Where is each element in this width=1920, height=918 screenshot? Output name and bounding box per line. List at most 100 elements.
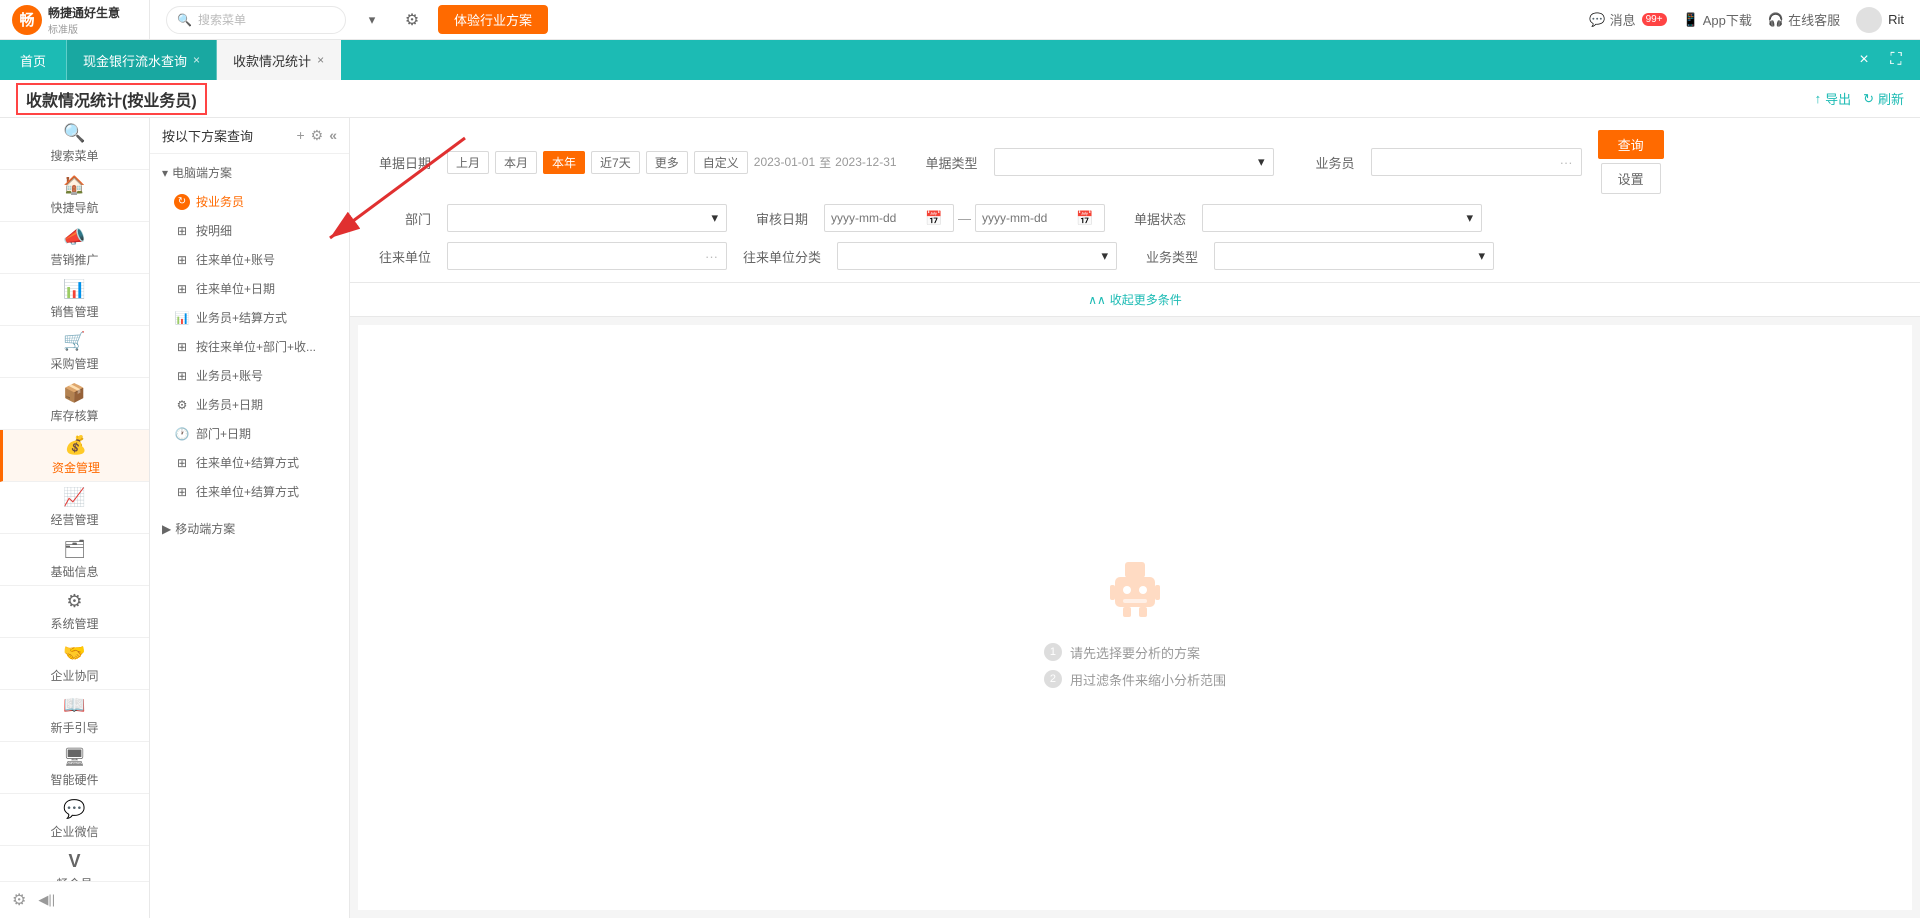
sidebar-label-marketing: 营销推广: [50, 251, 98, 268]
counterpart-text-input[interactable]: [456, 249, 701, 264]
sidebar-item-hardware[interactable]: 🖥 智能硬件: [0, 742, 149, 794]
audit-start-input[interactable]: 📅: [824, 204, 954, 232]
sidebar-item-sales[interactable]: 📊 销售管理: [0, 274, 149, 326]
date-btn-custom[interactable]: 自定义: [694, 151, 748, 174]
scheme-item-partner-dept[interactable]: ⊞ 按往来单位+部门+收...: [150, 332, 349, 361]
scheme-item-dept-date[interactable]: 🕐 部门+日期: [150, 419, 349, 448]
user-area[interactable]: Rit: [1856, 7, 1904, 33]
tab-bank-flow-close[interactable]: ×: [193, 53, 200, 67]
salesperson-input[interactable]: ···: [1371, 148, 1582, 176]
tab-collection-stats[interactable]: 收款情况统计 ×: [217, 40, 341, 80]
user-avatar: [1856, 7, 1882, 33]
sidebar-item-system[interactable]: ⚙ 系统管理: [0, 586, 149, 638]
online-service-action[interactable]: 🎧 在线客服: [1768, 10, 1840, 29]
sidebar-item-cooperation[interactable]: 🤝 企业协同: [0, 638, 149, 690]
counterpart-input[interactable]: ···: [447, 242, 727, 270]
bill-status-select[interactable]: ▾: [1202, 204, 1482, 232]
date-btn-last-month[interactable]: 上月: [447, 151, 489, 174]
scheme-item-label-pdc: 按往来单位+部门+收...: [196, 338, 316, 355]
sales-icon: 📊: [63, 279, 85, 300]
audit-date-dash: —: [958, 211, 971, 226]
bill-type-chevron: ▾: [1258, 154, 1265, 170]
tab-bar-controls: × ⛶: [1852, 48, 1920, 72]
scheme-item-partner-date[interactable]: ⊞ 往来单位+日期: [150, 274, 349, 303]
audit-end-calendar-icon[interactable]: 📅: [1076, 210, 1093, 227]
tab-collection-stats-label: 收款情况统计: [233, 51, 311, 70]
counterpart-category-select[interactable]: ▾: [837, 242, 1117, 270]
scheme-item-partner-settle1[interactable]: ⊞ 往来单位+结算方式: [150, 448, 349, 477]
scheme-add-btn[interactable]: +: [296, 127, 304, 144]
scheme-item-salesperson-account[interactable]: ⊞ 业务员+账号: [150, 361, 349, 390]
settings-icon[interactable]: ⚙: [398, 6, 426, 34]
search-button[interactable]: 查询: [1598, 130, 1664, 159]
business-type-label: 业务类型: [1133, 247, 1198, 266]
scheme-item-label-ps1: 往来单位+结算方式: [196, 454, 299, 471]
scheme-item-salesperson-settle[interactable]: 📊 业务员+结算方式: [150, 303, 349, 332]
app-download-action[interactable]: 📱 App下载: [1683, 10, 1752, 29]
scheme-item-partner-settle2[interactable]: ⊞ 往来单位+结算方式: [150, 477, 349, 506]
settings-bottom-icon[interactable]: ⚙: [12, 890, 26, 910]
tip-num-2: 2: [1044, 670, 1062, 688]
desktop-scheme-section: ▾ 电脑端方案 ↻ 按业务员 ⊞ 按明细 ⊞ 往来单位+账号 ⊞: [150, 154, 349, 510]
date-btn-7days[interactable]: 近7天: [591, 151, 640, 174]
sidebar-item-quick-nav[interactable]: 🏠 快捷导航: [0, 170, 149, 222]
message-action[interactable]: 💬 消息 99+: [1589, 10, 1666, 29]
collapse-sidebar-btn[interactable]: ◀||: [38, 892, 55, 908]
scheme-item-label-sd: 业务员+日期: [196, 396, 263, 413]
sidebar-item-management[interactable]: 📈 经营管理: [0, 482, 149, 534]
search-box[interactable]: 🔍 搜索菜单: [166, 6, 346, 34]
audit-start-text[interactable]: [831, 211, 921, 225]
export-button[interactable]: ↑ 导出: [1815, 89, 1852, 108]
scheme-item-partner-account[interactable]: ⊞ 往来单位+账号: [150, 245, 349, 274]
scheme-item-salesperson-date[interactable]: ⚙ 业务员+日期: [150, 390, 349, 419]
scheme-item-label-salesperson: 按业务员: [196, 193, 244, 210]
sidebar-item-inventory[interactable]: 📦 库存核算: [0, 378, 149, 430]
scheme-collapse-btn[interactable]: «: [329, 127, 337, 144]
mobile-section-header[interactable]: ▶ 移动端方案: [150, 514, 349, 543]
marketing-icon: 📣: [63, 227, 85, 248]
user-name: Rit: [1888, 12, 1904, 27]
date-btn-this-year[interactable]: 本年: [543, 151, 585, 174]
desktop-chevron-icon: ▾: [162, 166, 168, 180]
audit-date-range: 📅 — 📅: [824, 204, 1105, 232]
tab-close-all-btn[interactable]: ×: [1852, 48, 1876, 72]
audit-end-text[interactable]: [982, 211, 1072, 225]
tab-collection-stats-close[interactable]: ×: [317, 53, 324, 67]
scheme-item-icon-pd: ⊞: [174, 281, 190, 297]
dropdown-icon[interactable]: ▾: [358, 6, 386, 34]
salesperson-more-btn[interactable]: ···: [1560, 155, 1573, 170]
trial-button[interactable]: 体验行业方案: [438, 5, 548, 34]
mobile-chevron-icon: ▶: [162, 522, 171, 536]
bill-type-select[interactable]: ▾: [994, 148, 1274, 176]
scheme-settings-btn[interactable]: ⚙: [311, 127, 324, 144]
collapse-bar[interactable]: ∧∧ 收起更多条件: [350, 283, 1920, 317]
tab-bank-flow[interactable]: 现金银行流水查询 ×: [67, 40, 217, 80]
sidebar-label-wechat: 企业微信: [50, 823, 98, 840]
audit-end-input[interactable]: 📅: [975, 204, 1105, 232]
filter-settings-button[interactable]: 设置: [1601, 163, 1661, 194]
salesperson-text-input[interactable]: [1380, 155, 1556, 170]
date-btn-this-month[interactable]: 本月: [495, 151, 537, 174]
counterpart-more-btn[interactable]: ···: [705, 249, 718, 264]
audit-start-calendar-icon[interactable]: 📅: [925, 210, 942, 227]
scheme-item-icon-pa: ⊞: [174, 252, 190, 268]
sidebar-item-marketing[interactable]: 📣 营销推广: [0, 222, 149, 274]
desktop-section-header[interactable]: ▾ 电脑端方案: [150, 158, 349, 187]
sidebar-item-wechat[interactable]: 💬 企业微信: [0, 794, 149, 846]
dept-select[interactable]: ▾: [447, 204, 727, 232]
scheme-item-detail[interactable]: ⊞ 按明细: [150, 216, 349, 245]
sidebar-item-guide[interactable]: 📖 新手引导: [0, 690, 149, 742]
hardware-icon: 🖥: [63, 747, 86, 768]
date-btn-more[interactable]: 更多: [646, 151, 688, 174]
sidebar-item-search[interactable]: 🔍 搜索菜单: [0, 118, 149, 170]
scheme-item-by-salesperson[interactable]: ↻ 按业务员: [150, 187, 349, 216]
date-range-end: 2023-12-31: [835, 155, 896, 169]
refresh-button[interactable]: ↻ 刷新: [1863, 89, 1904, 108]
sidebar-item-finance[interactable]: 💰 资金管理: [0, 430, 149, 482]
header-bar-right: ↑ 导出 ↻ 刷新: [1815, 89, 1904, 108]
sidebar-item-purchase[interactable]: 🛒 采购管理: [0, 326, 149, 378]
tab-home[interactable]: 首页: [0, 40, 67, 80]
sidebar-item-basic-info[interactable]: 🗂 基础信息: [0, 534, 149, 586]
business-type-select[interactable]: ▾: [1214, 242, 1494, 270]
tab-maximize-btn[interactable]: ⛶: [1884, 48, 1908, 72]
